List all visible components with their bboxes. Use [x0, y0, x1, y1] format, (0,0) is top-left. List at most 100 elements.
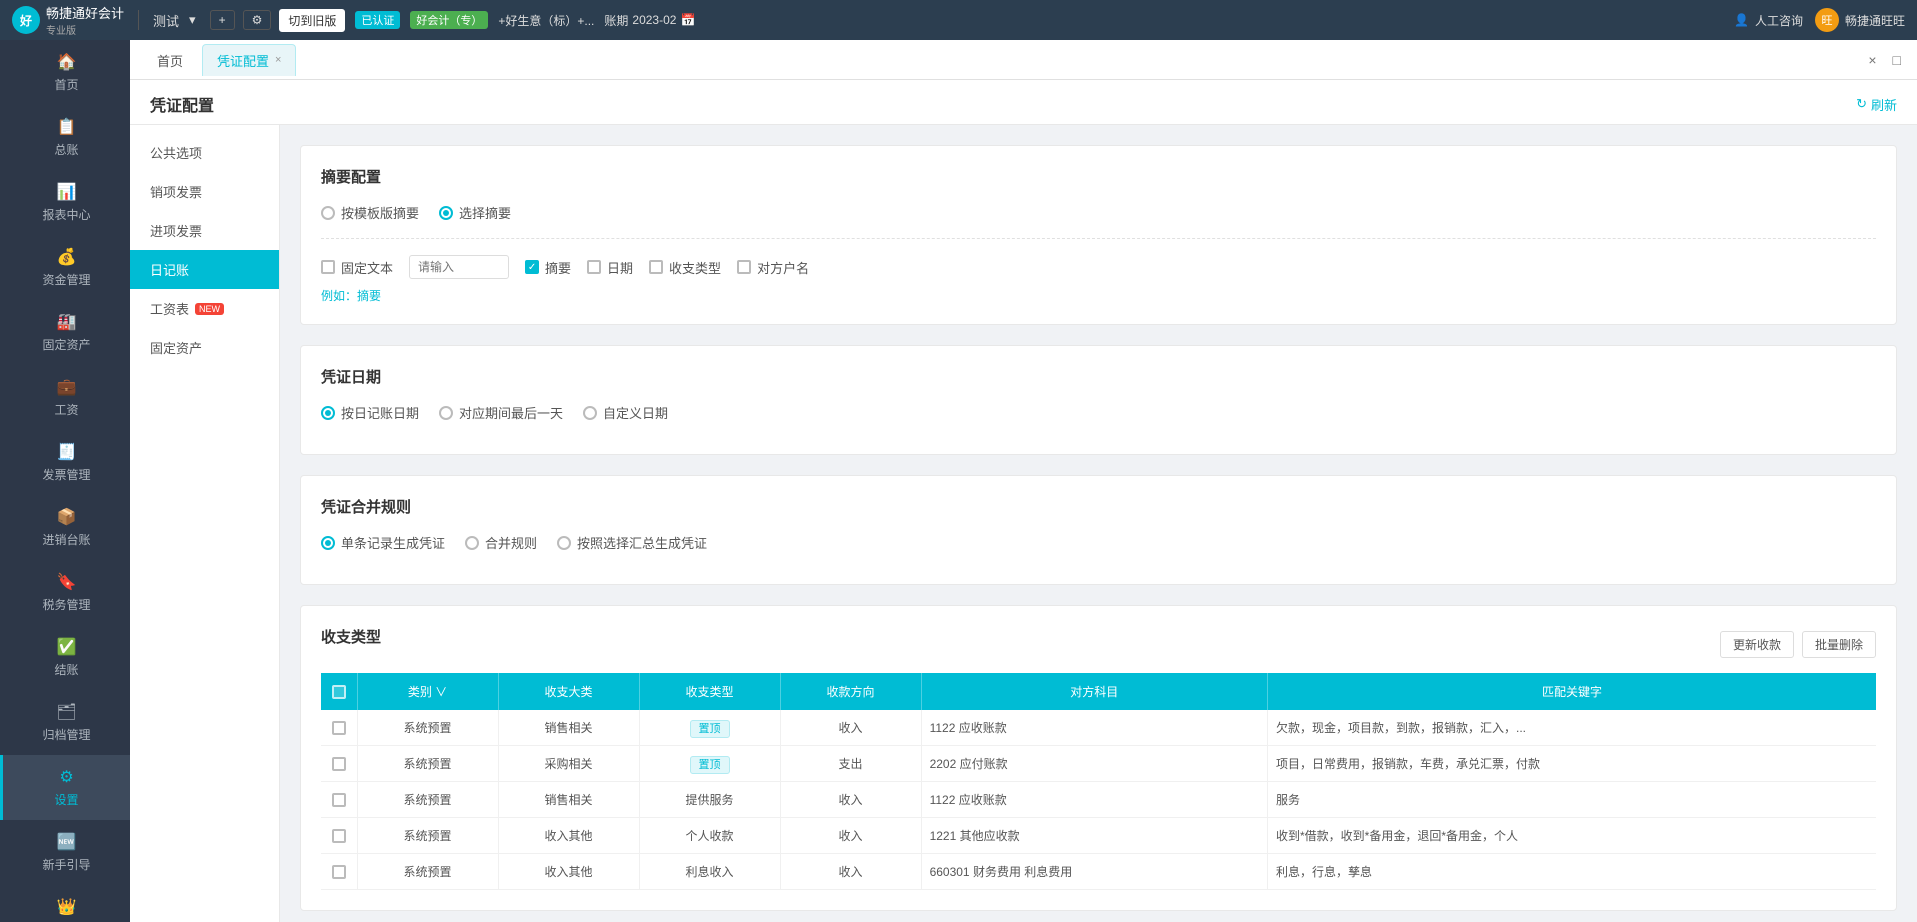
invoice-icon: 🧾 [57, 442, 77, 462]
row-subject: 660301 财务费用 利息费用 [921, 854, 1267, 890]
asset-icon: 🏭 [57, 312, 77, 332]
left-nav-public[interactable]: 公共选项 [130, 133, 279, 172]
help-link[interactable]: 👤 人工咨询 [1734, 12, 1803, 29]
sidebar-item-settings[interactable]: ⚙ 设置 [0, 755, 130, 820]
left-nav-sales-invoice[interactable]: 销项发票 [130, 172, 279, 211]
radio-summary-gen[interactable]: 按照选择汇总生成凭证 [557, 533, 707, 552]
sidebar: 🏠 首页 📋 总账 📊 报表中心 💰 资金管理 🏭 固定资产 💼 工资 🧾 发票… [0, 40, 130, 922]
row-type: 置顶 [639, 710, 780, 746]
user-info[interactable]: 旺 畅捷通旺旺 [1815, 8, 1905, 32]
merge-label: 合并规则 [485, 533, 537, 552]
checkbox-box-fixed [321, 260, 335, 274]
refresh-button[interactable]: ↻ 刷新 [1856, 95, 1897, 114]
income-table: 类别 ∨ 收支大类 收支类型 收款方向 对方科目 匹配关键字 [321, 673, 1876, 890]
col-checkbox[interactable] [321, 673, 357, 710]
checkbox-fixed-text[interactable]: 固定文本 [321, 258, 393, 277]
calendar-icon[interactable]: 📅 [680, 13, 695, 27]
row-direction: 收入 [780, 854, 921, 890]
sidebar-item-salary[interactable]: 💼 工资 [0, 365, 130, 430]
archive-icon: 🗂 [56, 702, 76, 722]
row-checkbox[interactable] [321, 818, 357, 854]
row-keywords: 欠款，现金，项目款，到款，报销款，汇入，... [1268, 710, 1877, 746]
sidebar-item-invoice[interactable]: 🧾 发票管理 [0, 430, 130, 495]
member-icon: 👑 [57, 897, 77, 917]
sidebar-item-settle[interactable]: ✅ 结账 [0, 625, 130, 690]
refresh-icon: ↻ [1856, 96, 1867, 112]
content-area: 首页 凭证配置 × × □ 凭证配置 ↻ 刷新 公共选项 [130, 40, 1917, 922]
checkbox-summary[interactable]: ✓ 摘要 [525, 258, 571, 277]
radio-custom-date[interactable]: 自定义日期 [583, 403, 668, 422]
row-keywords: 利息，行息，孳息 [1268, 854, 1877, 890]
radio-template[interactable]: 按模板版摘要 [321, 203, 419, 222]
sidebar-item-purchase[interactable]: 📦 进销台账 [0, 495, 130, 560]
settings-icon: ⚙ [59, 767, 73, 787]
switch-old-btn[interactable]: 切到旧版 [279, 9, 345, 32]
radio-journal-date[interactable]: 按日记账日期 [321, 403, 419, 422]
close-window-btn[interactable]: × [1864, 50, 1880, 70]
two-panel: 公共选项 销项发票 进项发票 日记账 工资表 NEW 固定资产 [130, 125, 1917, 922]
tab-close-icon[interactable]: × [275, 54, 281, 66]
batch-delete-btn[interactable]: 批量删除 [1802, 631, 1876, 658]
checkbox-box-summary: ✓ [525, 260, 539, 274]
salary-icon: 💼 [57, 377, 77, 397]
summary-gen-label: 按照选择汇总生成凭证 [577, 533, 707, 552]
date-title: 凭证日期 [321, 366, 1876, 387]
sidebar-item-tax[interactable]: 🔖 税务管理 [0, 560, 130, 625]
add-button[interactable]: + [210, 10, 235, 30]
workspace-dropdown[interactable]: ▾ [189, 12, 196, 28]
checkbox-box-date [587, 260, 601, 274]
left-nav-fixed-assets[interactable]: 固定资产 [130, 328, 279, 367]
merge-radio-group: 单条记录生成凭证 合并规则 按照选择汇总生成凭证 [321, 533, 1876, 552]
fixed-text-input[interactable] [409, 255, 509, 279]
sidebar-item-asset[interactable]: 🏭 固定资产 [0, 300, 130, 365]
row-checkbox[interactable] [321, 746, 357, 782]
sidebar-item-finance[interactable]: 💰 资金管理 [0, 235, 130, 300]
sidebar-item-label: 报表中心 [42, 206, 90, 223]
maximize-window-btn[interactable]: □ [1889, 50, 1905, 70]
checkbox-counterpart[interactable]: 对方户名 [737, 258, 809, 277]
type-tag[interactable]: 置顶 [690, 720, 730, 738]
merge-title: 凭证合并规则 [321, 496, 1876, 517]
col-category[interactable]: 类别 ∨ [357, 673, 498, 710]
type-tag[interactable]: 置顶 [690, 756, 730, 774]
radio-single[interactable]: 单条记录生成凭证 [321, 533, 445, 552]
radio-period-last[interactable]: 对应期间最后一天 [439, 403, 563, 422]
radio-circle-journal [321, 406, 335, 420]
period-last-label: 对应期间最后一天 [459, 403, 563, 422]
good-badge: 好会计（专） [410, 11, 488, 29]
radio-select[interactable]: 选择摘要 [439, 203, 511, 222]
left-nav-purchase-invoice[interactable]: 进项发票 [130, 211, 279, 250]
checkbox-type[interactable]: 收支类型 [649, 258, 721, 277]
left-nav-salary-table[interactable]: 工资表 NEW [130, 289, 279, 328]
sidebar-item-home[interactable]: 🏠 首页 [0, 40, 130, 105]
update-btn[interactable]: 更新收款 [1720, 631, 1794, 658]
row-checkbox[interactable] [321, 710, 357, 746]
radio-select-label: 选择摘要 [459, 203, 511, 222]
separator [138, 10, 139, 30]
journal-date-label: 按日记账日期 [341, 403, 419, 422]
tab-voucher[interactable]: 凭证配置 × [202, 44, 296, 76]
checkbox-date[interactable]: 日期 [587, 258, 633, 277]
single-label: 单条记录生成凭证 [341, 533, 445, 552]
row-major: 销售相关 [498, 782, 639, 818]
radio-merge-rule[interactable]: 合并规则 [465, 533, 537, 552]
table-header: 类别 ∨ 收支大类 收支类型 收款方向 对方科目 匹配关键字 [321, 673, 1876, 710]
tab-home[interactable]: 首页 [142, 44, 198, 76]
sidebar-item-report[interactable]: 📊 报表中心 [0, 170, 130, 235]
left-nav-journal[interactable]: 日记账 [130, 250, 279, 289]
table-row: 系统预置 采购相关 置顶 支出 2202 应付账款 项目，日常费用，报销款，车费… [321, 746, 1876, 782]
sidebar-item-label: 资金管理 [42, 271, 90, 288]
sidebar-item-archive[interactable]: 🗂 归档管理 [0, 690, 130, 755]
row-subject: 2202 应付账款 [921, 746, 1267, 782]
sidebar-item-guide[interactable]: 🆕 新手引导 [0, 820, 130, 885]
sidebar-item-label: 归档管理 [42, 726, 90, 743]
row-checkbox[interactable] [321, 854, 357, 890]
settings-button[interactable]: ⚙ [243, 10, 272, 30]
settle-icon: ✅ [57, 637, 77, 657]
sidebar-item-member[interactable]: 👑 畅会员 [0, 885, 130, 922]
sidebar-item-ledger[interactable]: 📋 总账 [0, 105, 130, 170]
tax-icon: 🔖 [57, 572, 77, 592]
col-direction: 收款方向 [780, 673, 921, 710]
row-direction: 收入 [780, 710, 921, 746]
row-checkbox[interactable] [321, 782, 357, 818]
